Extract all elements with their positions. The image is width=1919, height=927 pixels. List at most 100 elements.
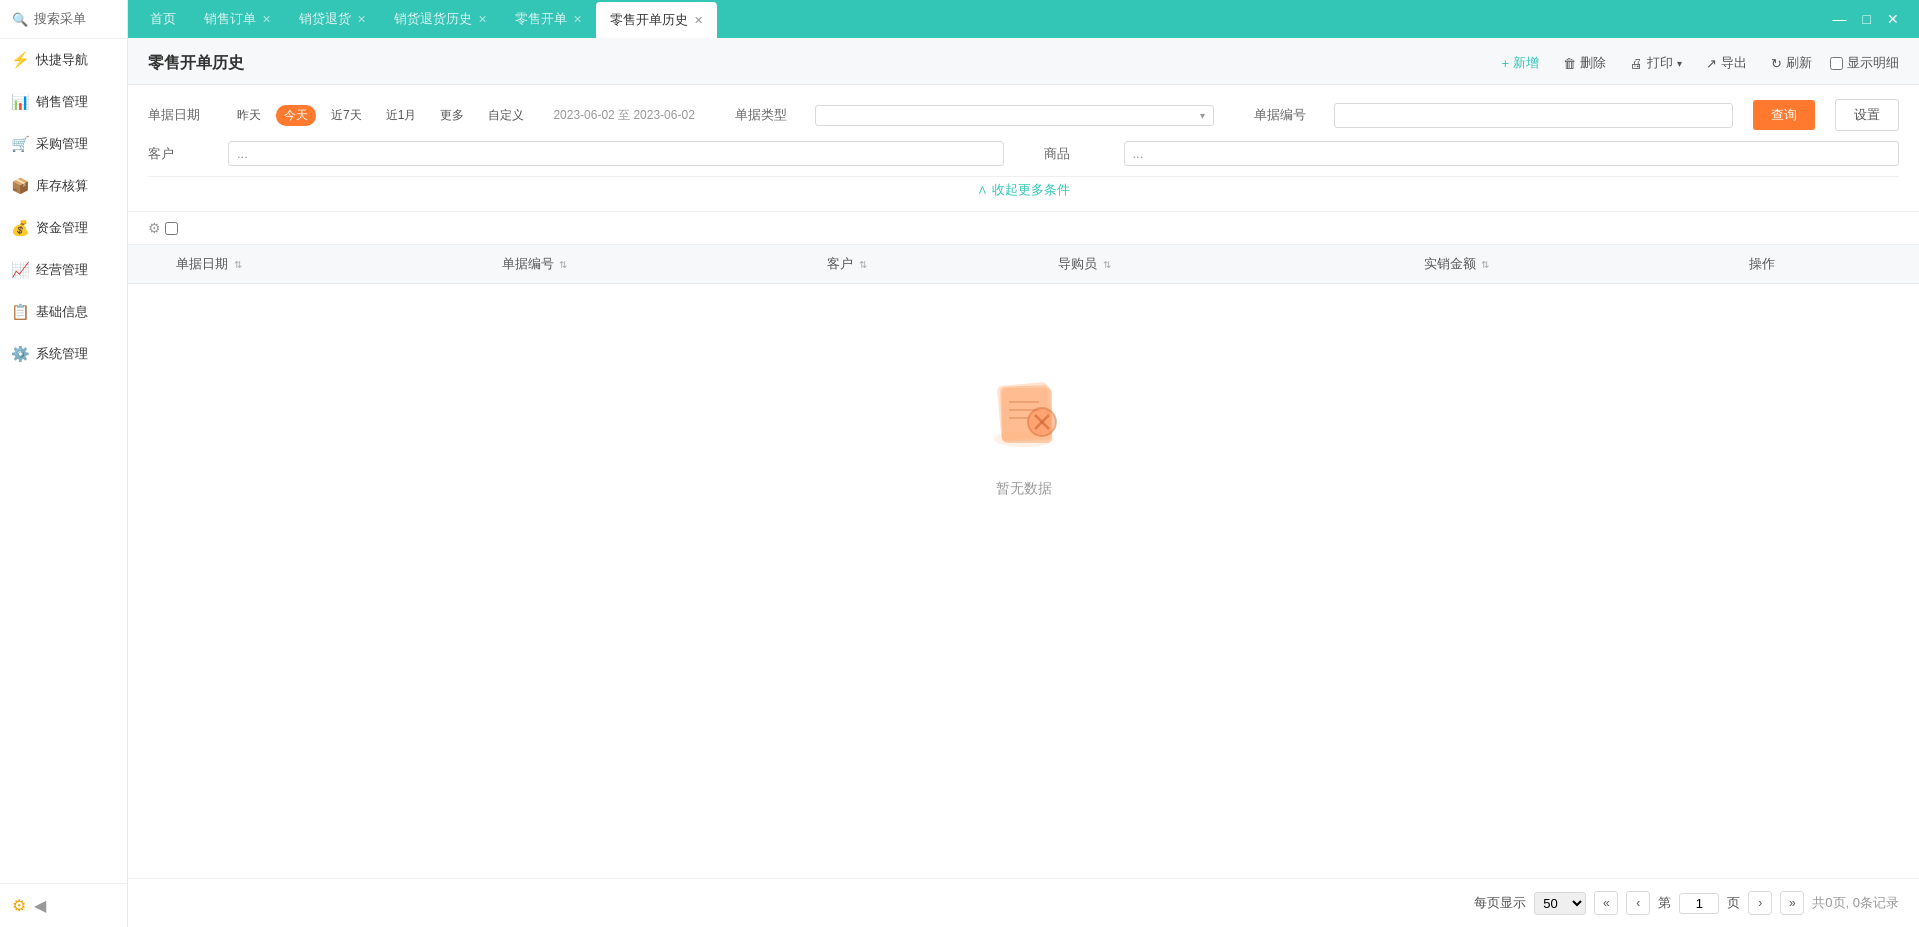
total-info: 共0页, 0条记录	[1812, 894, 1899, 912]
date-range-display: 2023-06-02 至 2023-06-02	[553, 107, 694, 124]
date-btn-today[interactable]: 今天	[276, 105, 316, 126]
filter-area: 单据日期 昨天 今天 近7天 近1月 更多 自定义 2023-06-02 至 2…	[128, 85, 1919, 212]
per-page-select[interactable]: 50 10 20 100	[1534, 892, 1586, 915]
sidebar-item-sales-mgmt[interactable]: 📊 销售管理	[0, 81, 127, 123]
sort-date-icon: ⇅	[234, 259, 242, 270]
print-dropdown-icon: ▾	[1677, 58, 1682, 69]
sort-no-icon: ⇅	[559, 259, 567, 270]
inventory-icon: 📦	[12, 178, 28, 194]
refresh-icon: ↻	[1771, 56, 1782, 71]
maximize-btn[interactable]: □	[1859, 11, 1875, 27]
sidebar-search[interactable]: 🔍 搜索采单	[0, 0, 127, 39]
page-first-btn[interactable]: «	[1594, 891, 1618, 915]
collapse-conditions[interactable]: ∧ 收起更多条件	[148, 176, 1899, 203]
tab-sales-return-close[interactable]: ✕	[357, 13, 366, 26]
tab-retail-open-history[interactable]: 零售开单历史 ✕	[596, 2, 717, 38]
add-icon: +	[1501, 56, 1509, 71]
sidebar-item-label: 资金管理	[36, 219, 88, 237]
tab-home[interactable]: 首页	[136, 0, 190, 38]
page-prev-btn[interactable]: ‹	[1626, 891, 1650, 915]
add-button[interactable]: + 新增	[1495, 50, 1545, 76]
purchase-mgmt-icon: 🛒	[12, 136, 28, 152]
filter-dates: 昨天 今天 近7天 近1月 更多 自定义	[228, 104, 533, 127]
th-date[interactable]: 单据日期 ⇅	[164, 245, 490, 284]
tab-sales-return-label: 销贷退货	[299, 10, 351, 28]
product-label: 商品	[1044, 145, 1104, 163]
sidebar-item-purchase-mgmt[interactable]: 🛒 采购管理	[0, 123, 127, 165]
page-next-btn[interactable]: ›	[1748, 891, 1772, 915]
tab-retail-open-close[interactable]: ✕	[573, 13, 582, 26]
data-table: 单据日期 ⇅ 单据编号 ⇅ 客户 ⇅ 导购员 ⇅	[128, 245, 1919, 284]
date-btn-7days[interactable]: 近7天	[322, 104, 371, 127]
tab-sales-return-history-label: 销货退货历史	[394, 10, 472, 28]
base-info-icon: 📋	[12, 304, 28, 320]
sidebar-item-operations[interactable]: 📈 经营管理	[0, 249, 127, 291]
page-last-btn[interactable]: »	[1780, 891, 1804, 915]
print-button[interactable]: 🖨 打印 ▾	[1624, 50, 1688, 76]
tab-retail-open-history-label: 零售开单历史	[610, 11, 688, 29]
sidebar-item-label: 快捷导航	[36, 51, 88, 69]
date-btn-custom[interactable]: 自定义	[479, 104, 533, 127]
settings-button[interactable]: 设置	[1835, 99, 1899, 131]
page-num-input[interactable]	[1679, 893, 1719, 914]
sidebar-bottom: ⚙ ◀	[0, 883, 127, 927]
table-area: ⚙ 单据日期 ⇅ 单据编号 ⇅	[128, 212, 1919, 878]
sidebar-item-quick-nav[interactable]: ⚡ 快捷导航	[0, 39, 127, 81]
show-detail-checkbox[interactable]: 显示明细	[1830, 54, 1899, 72]
doc-type-select[interactable]: ▾	[815, 105, 1214, 126]
filter-row-2: 客户 ... 商品 ...	[148, 141, 1899, 166]
collapse-sidebar-icon[interactable]: ◀	[34, 896, 46, 915]
customer-input[interactable]: ...	[228, 141, 1004, 166]
tab-sales-order-close[interactable]: ✕	[262, 13, 271, 26]
close-btn[interactable]: ✕	[1883, 11, 1903, 27]
collapse-label: 收起更多条件	[992, 182, 1070, 197]
tab-sales-return[interactable]: 销贷退货 ✕	[285, 0, 380, 38]
doc-no-input[interactable]	[1334, 103, 1733, 128]
export-button[interactable]: ↗ 导出	[1700, 50, 1753, 76]
date-btn-more[interactable]: 更多	[431, 104, 473, 127]
tab-sales-return-history-close[interactable]: ✕	[478, 13, 487, 26]
sidebar-item-label: 经营管理	[36, 261, 88, 279]
tab-sales-order[interactable]: 销售订单 ✕	[190, 0, 285, 38]
top-nav: 首页 销售订单 ✕ 销贷退货 ✕ 销货退货历史 ✕ 零售开单 ✕ 零售开单历史 …	[128, 0, 1919, 38]
doc-type-label: 单据类型	[735, 106, 795, 124]
th-actions: 操作	[1737, 245, 1919, 284]
th-salesman[interactable]: 导购员 ⇅	[1046, 245, 1324, 284]
page-header: 零售开单历史 + 新增 🗑 删除 🖨 打印 ▾ ↗ 导出	[128, 38, 1919, 85]
sort-salesman-icon: ⇅	[1103, 259, 1111, 270]
th-customer[interactable]: 客户 ⇅	[815, 245, 1046, 284]
th-amount[interactable]: 实销金额 ⇅	[1412, 245, 1738, 284]
delete-button[interactable]: 🗑 删除	[1557, 50, 1612, 76]
sales-mgmt-icon: 📊	[12, 94, 28, 110]
select-all-checkbox[interactable]	[165, 222, 178, 235]
show-detail-input[interactable]	[1830, 57, 1843, 70]
sidebar-item-base-info[interactable]: 📋 基础信息	[0, 291, 127, 333]
sidebar-search-label: 搜索采单	[34, 10, 86, 28]
date-btn-yesterday[interactable]: 昨天	[228, 104, 270, 127]
product-input[interactable]: ...	[1124, 141, 1900, 166]
sidebar-item-label: 采购管理	[36, 135, 88, 153]
tab-retail-open[interactable]: 零售开单 ✕	[501, 0, 596, 38]
operations-icon: 📈	[12, 262, 28, 278]
sidebar-item-label: 库存核算	[36, 177, 88, 195]
sidebar-item-inventory[interactable]: 📦 库存核算	[0, 165, 127, 207]
page-content: 零售开单历史 + 新增 🗑 删除 🖨 打印 ▾ ↗ 导出	[128, 38, 1919, 927]
quick-nav-icon: ⚡	[12, 52, 28, 68]
sidebar-item-finance[interactable]: 💰 资金管理	[0, 207, 127, 249]
th-no[interactable]: 单据编号 ⇅	[490, 245, 816, 284]
tab-retail-open-history-close[interactable]: ✕	[694, 14, 703, 27]
table-settings-icon[interactable]: ⚙	[148, 220, 161, 236]
minimize-btn[interactable]: —	[1829, 11, 1851, 27]
refresh-button[interactable]: ↻ 刷新	[1765, 50, 1818, 76]
header-actions: + 新增 🗑 删除 🖨 打印 ▾ ↗ 导出 ↻ 刷新	[1495, 50, 1899, 76]
date-btn-1month[interactable]: 近1月	[377, 104, 426, 127]
window-controls: — □ ✕	[1829, 11, 1911, 27]
export-icon: ↗	[1706, 56, 1717, 71]
tab-sales-return-history[interactable]: 销货退货历史 ✕	[380, 0, 501, 38]
doc-no-label: 单据编号	[1254, 106, 1314, 124]
th-spacer	[1325, 245, 1412, 284]
settings-bottom-icon[interactable]: ⚙	[12, 896, 26, 915]
query-button[interactable]: 查询	[1753, 100, 1815, 130]
sidebar-item-system[interactable]: ⚙️ 系统管理	[0, 333, 127, 375]
sort-customer-icon: ⇅	[859, 259, 867, 270]
